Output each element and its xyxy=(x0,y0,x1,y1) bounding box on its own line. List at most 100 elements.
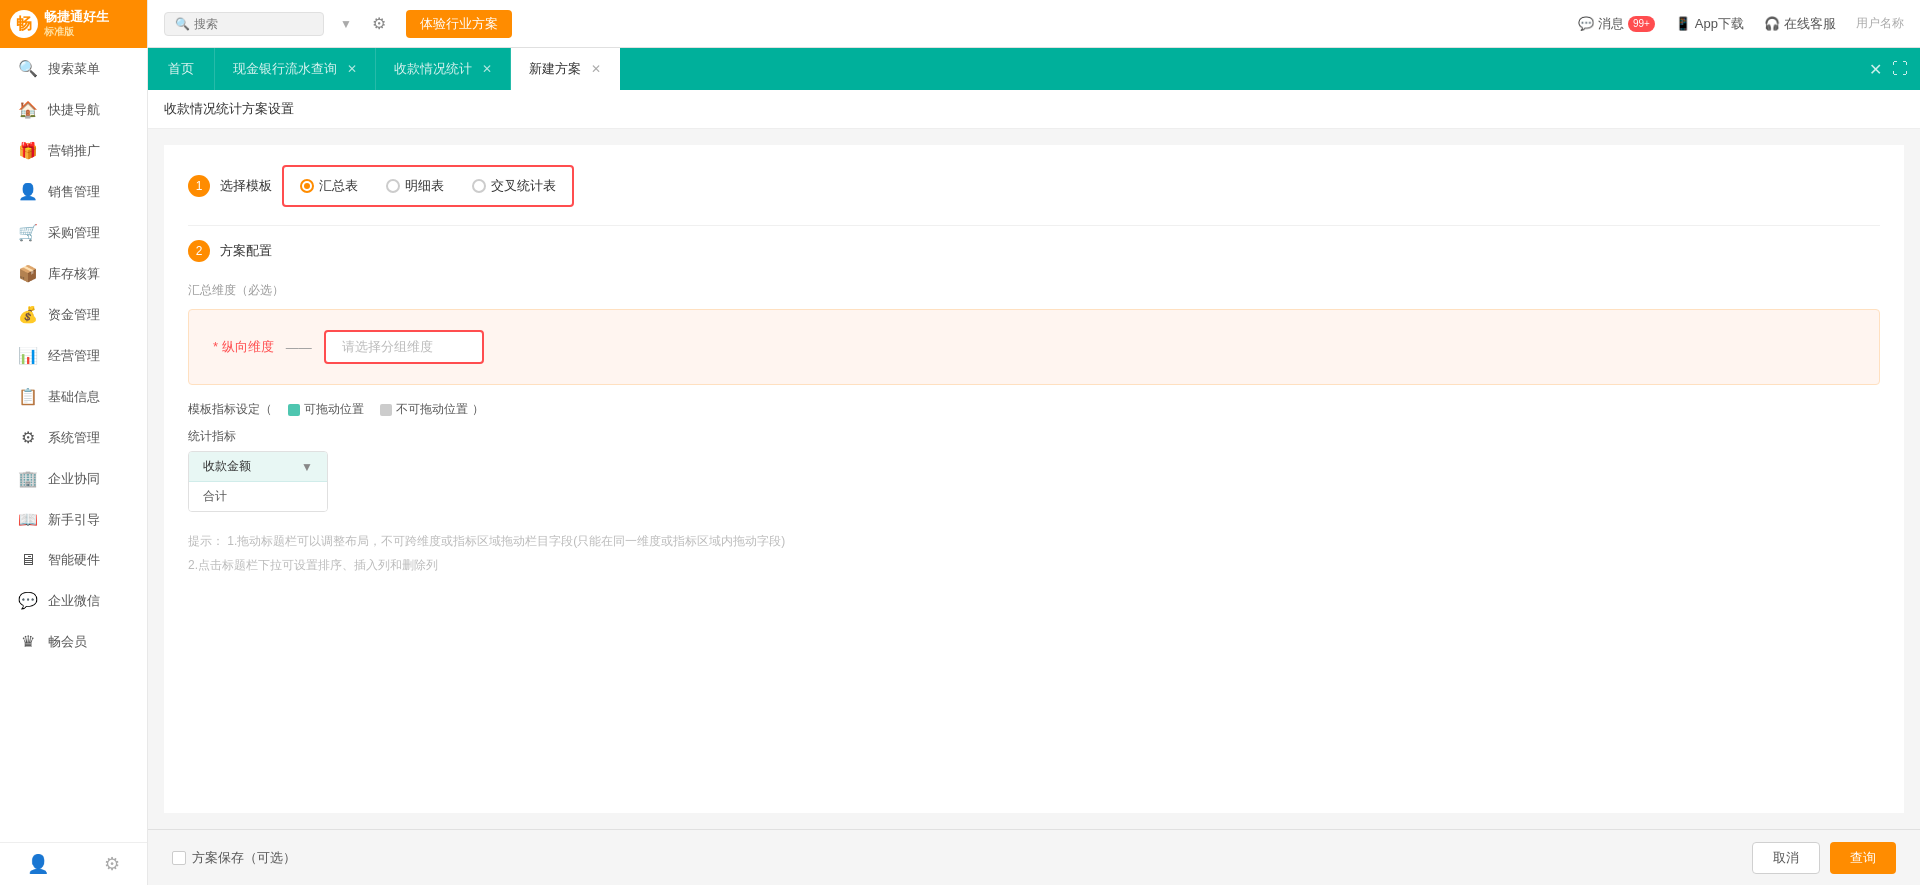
sidebar-item-system[interactable]: ⚙ 系统管理 xyxy=(0,417,147,458)
service-label: 在线客服 xyxy=(1784,15,1836,33)
cancel-button[interactable]: 取消 xyxy=(1752,842,1820,874)
search-icon: 🔍 xyxy=(175,17,190,31)
summary-label: 汇总表 xyxy=(319,177,358,195)
sidebar-item-enterprise[interactable]: 🏢 企业协同 xyxy=(0,458,147,499)
indicator-section: 模板指标设定（ 可拖动位置 不可拖动位置） 统计指标 收款 xyxy=(188,401,1880,515)
stats-label: 统计指标 xyxy=(188,428,1880,445)
sidebar-item-label: 经营管理 xyxy=(48,347,100,365)
sidebar-item-finance[interactable]: 💰 资金管理 xyxy=(0,294,147,335)
vertical-dimension-row: * 纵向维度 —— 请选择分组维度 xyxy=(213,330,1855,364)
dimension-arrow: —— xyxy=(286,340,312,355)
tab-new-plan[interactable]: 新建方案 ✕ xyxy=(511,48,620,90)
bottom-bar: 方案保存（可选） 取消 查询 xyxy=(148,829,1920,885)
sidebar: 畅 畅捷通好生 标准版 🔍 搜索菜单 🏠 快捷导航 🎁 营销推广 👤 销售管理 … xyxy=(0,0,148,885)
sidebar-bottom: 👤 ⚙ xyxy=(0,842,147,885)
money-icon: 💰 xyxy=(18,305,38,324)
sidebar-item-search-menu[interactable]: 🔍 搜索菜单 xyxy=(0,48,147,89)
save-label: 方案保存（可选） xyxy=(192,849,296,867)
dimension-section-title: 汇总维度（必选） xyxy=(188,282,1880,299)
draggable-label: 可拖动位置 xyxy=(304,401,364,418)
book-icon: 📖 xyxy=(18,510,38,529)
sidebar-item-marketing[interactable]: 🎁 营销推广 xyxy=(0,130,147,171)
template-cross-option[interactable]: 交叉统计表 xyxy=(472,177,556,195)
app-download-item[interactable]: 📱 App下载 xyxy=(1675,15,1744,33)
step1-row: 1 选择模板 汇总表 明细表 交叉统计表 xyxy=(188,165,1880,207)
tab-new-plan-close-icon[interactable]: ✕ xyxy=(591,62,601,76)
notification-label: 消息 xyxy=(1598,15,1624,33)
tab-receipt-stats-close-icon[interactable]: ✕ xyxy=(482,62,492,76)
close-window-icon[interactable]: ✕ xyxy=(1869,60,1882,79)
settings-icon: ⚙ xyxy=(104,853,120,875)
tab-bank-flow[interactable]: 现金银行流水查询 ✕ xyxy=(215,48,376,90)
chevron-down-icon[interactable]: ▼ xyxy=(301,460,313,474)
online-service-item[interactable]: 🎧 在线客服 xyxy=(1764,15,1836,33)
stats-table-header: 收款金额 ▼ xyxy=(189,452,327,482)
cart-icon: 🛒 xyxy=(18,223,38,242)
search-menu-icon: 🔍 xyxy=(18,59,38,78)
save-checkbox[interactable] xyxy=(172,851,186,865)
topbar: 🔍 ▼ ⚙ 体验行业方案 💬 消息 99+ 📱 App下载 🎧 在线客服 用户名… xyxy=(148,0,1920,48)
tabbar-actions: ✕ ⛶ xyxy=(1869,60,1920,79)
tip-1: 提示： 1.拖动标题栏可以调整布局，不可跨维度或指标区域拖动栏目字段(只能在同一… xyxy=(188,531,1880,553)
dropdown-arrow-icon[interactable]: ▼ xyxy=(340,17,352,31)
sidebar-item-sales[interactable]: 👤 销售管理 xyxy=(0,171,147,212)
search-bar[interactable]: 🔍 xyxy=(164,12,324,36)
sidebar-settings-btn[interactable]: ⚙ xyxy=(104,853,120,875)
step1-badge: 1 xyxy=(188,175,210,197)
vertical-dimension-label: * 纵向维度 xyxy=(213,338,274,356)
main-area: 🔍 ▼ ⚙ 体验行业方案 💬 消息 99+ 📱 App下载 🎧 在线客服 用户名… xyxy=(148,0,1920,885)
logo-name: 畅捷通好生 xyxy=(44,9,109,25)
building-icon: 🏢 xyxy=(18,469,38,488)
draggable-badge xyxy=(288,404,300,416)
sidebar-item-label: 资金管理 xyxy=(48,306,100,324)
main-content: 1 选择模板 汇总表 明细表 交叉统计表 xyxy=(148,129,1920,829)
step2-badge: 2 xyxy=(188,240,210,262)
sidebar-item-operation[interactable]: 📊 经营管理 xyxy=(0,335,147,376)
step2-title: 方案配置 xyxy=(220,242,272,260)
detail-radio[interactable] xyxy=(386,179,400,193)
non-draggable-label: 不可拖动位置 xyxy=(396,401,468,418)
sidebar-item-purchase[interactable]: 🛒 采购管理 xyxy=(0,212,147,253)
tab-bank-flow-label: 现金银行流水查询 xyxy=(233,60,337,78)
save-option[interactable]: 方案保存（可选） xyxy=(172,849,296,867)
template-detail-option[interactable]: 明细表 xyxy=(386,177,444,195)
bottom-buttons: 取消 查询 xyxy=(1752,842,1896,874)
tab-bank-flow-close-icon[interactable]: ✕ xyxy=(347,62,357,76)
sidebar-item-label: 基础信息 xyxy=(48,388,100,406)
sidebar-item-basic-info[interactable]: 📋 基础信息 xyxy=(0,376,147,417)
search-input[interactable] xyxy=(194,17,314,31)
dimension-select[interactable]: 请选择分组维度 xyxy=(324,330,484,364)
cross-radio[interactable] xyxy=(472,179,486,193)
message-icon: 💬 xyxy=(1578,16,1594,31)
gear-icon: ⚙ xyxy=(18,428,38,447)
chat-icon: 💬 xyxy=(18,591,38,610)
logo-icon: 畅 xyxy=(10,10,38,38)
tab-home[interactable]: 首页 xyxy=(148,48,215,90)
indicator-header: 模板指标设定（ 可拖动位置 不可拖动位置） xyxy=(188,401,1880,418)
settings-gear-icon[interactable]: ⚙ xyxy=(372,14,386,33)
sidebar-item-member[interactable]: ♛ 畅会员 xyxy=(0,621,147,662)
tab-receipt-stats[interactable]: 收款情况统计 ✕ xyxy=(376,48,511,90)
headset-icon: 🎧 xyxy=(1764,16,1780,31)
non-draggable-indicator: 不可拖动位置） xyxy=(380,401,484,418)
industry-solution-button[interactable]: 体验行业方案 xyxy=(406,10,512,38)
expand-window-icon[interactable]: ⛶ xyxy=(1892,60,1908,78)
download-icon: 📱 xyxy=(1675,16,1691,31)
notification-item[interactable]: 💬 消息 99+ xyxy=(1578,15,1655,33)
sidebar-item-wechat[interactable]: 💬 企业微信 xyxy=(0,580,147,621)
sidebar-user-btn[interactable]: 👤 xyxy=(27,853,49,875)
clipboard-icon: 📋 xyxy=(18,387,38,406)
stats-table: 收款金额 ▼ 合计 xyxy=(188,451,328,512)
summary-radio[interactable] xyxy=(300,179,314,193)
sidebar-item-label: 销售管理 xyxy=(48,183,100,201)
query-button[interactable]: 查询 xyxy=(1830,842,1896,874)
sidebar-item-inventory[interactable]: 📦 库存核算 xyxy=(0,253,147,294)
sidebar-item-beginner[interactable]: 📖 新手引导 xyxy=(0,499,147,540)
detail-label: 明细表 xyxy=(405,177,444,195)
topbar-right: 💬 消息 99+ 📱 App下载 🎧 在线客服 用户名称 xyxy=(1578,15,1904,33)
template-summary-option[interactable]: 汇总表 xyxy=(300,177,358,195)
sidebar-item-hardware[interactable]: 🖥 智能硬件 xyxy=(0,540,147,580)
sidebar-item-quick-nav[interactable]: 🏠 快捷导航 xyxy=(0,89,147,130)
column-header-text: 收款金额 xyxy=(203,458,251,475)
dimension-area: * 纵向维度 —— 请选择分组维度 xyxy=(188,309,1880,385)
